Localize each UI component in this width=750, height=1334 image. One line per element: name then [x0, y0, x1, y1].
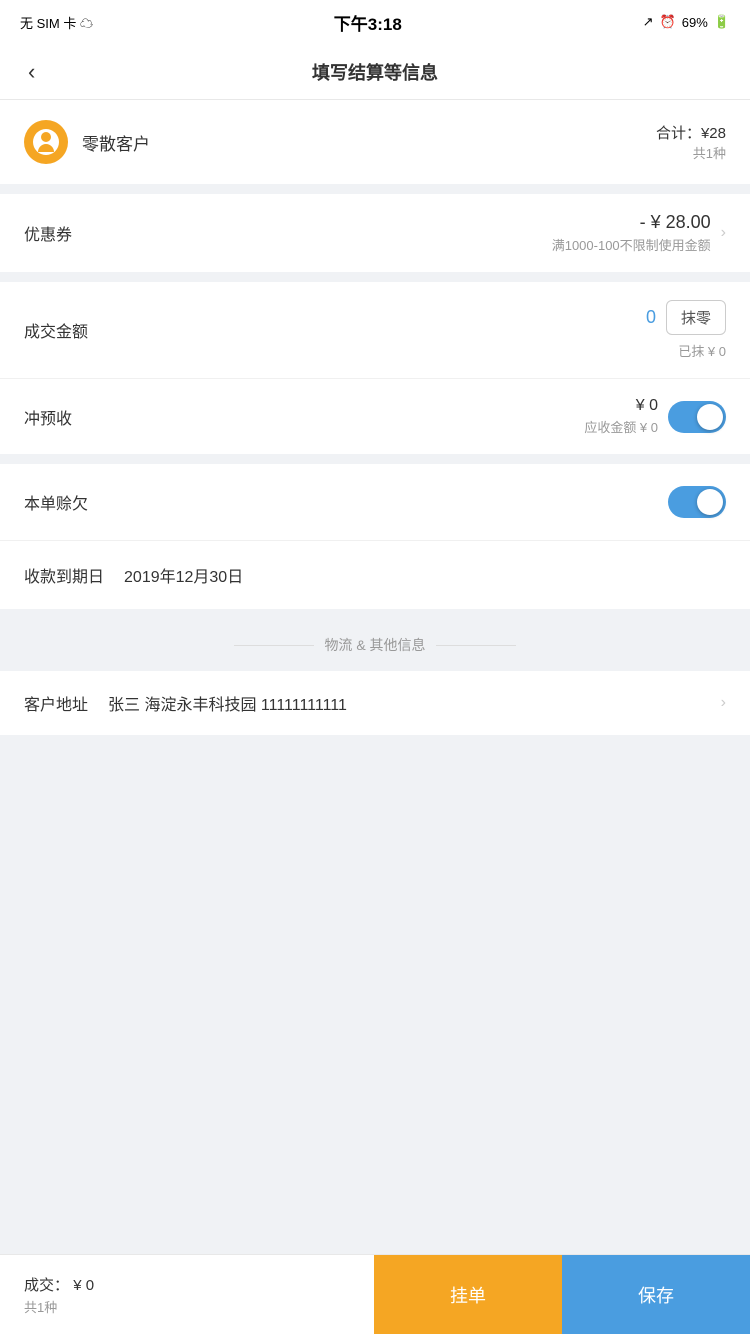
customer-row: 零散客户 合计：¥28 共1种: [0, 100, 750, 184]
debt-toggle-thumb: [697, 489, 723, 515]
deal-amount-label: 成交金额: [24, 318, 88, 342]
coupon-value: - ¥ 28.00: [552, 212, 711, 233]
address-value: 张三 海淀永丰科技园 11111111111: [108, 691, 701, 715]
prepay-label: 冲预收: [24, 405, 72, 429]
deal-amount-right: 抹零 已抹 ¥ 0: [576, 300, 726, 360]
bottom-deal-label: 成交：: [24, 1277, 69, 1294]
total-amount: 合计：¥28: [656, 122, 726, 143]
avatar-icon: [33, 129, 59, 155]
prepay-sub: 应收金额 ¥ 0: [584, 417, 658, 436]
customer-summary: 合计：¥28 共1种: [656, 122, 726, 162]
battery-level: 69%: [682, 15, 708, 30]
prepay-right: ¥ 0 应收金额 ¥ 0: [72, 397, 726, 436]
status-left: 无 SIM 卡 ☁: [20, 13, 93, 32]
nav-bar: ‹ 填写结算等信息: [0, 44, 750, 100]
customer-section: 零散客户 合计：¥28 共1种: [0, 100, 750, 184]
amount-section: 成交金额 抹零 已抹 ¥ 0 冲预收 ¥ 0 应收金额 ¥ 0: [0, 282, 750, 454]
address-row[interactable]: 客户地址 张三 海淀永丰科技园 11111111111 ›: [0, 671, 750, 735]
prepay-toggle-track: [668, 401, 726, 433]
prepay-toggle-thumb: [697, 404, 723, 430]
status-bar: 无 SIM 卡 ☁ 下午3:18 ↗ ⏰ 69% 🔋: [0, 0, 750, 44]
customer-left: 零散客户: [24, 120, 150, 164]
coupon-section: 优惠券 - ¥ 28.00 满1000-100不限制使用金额 ›: [0, 194, 750, 272]
amount-top: 抹零: [576, 300, 726, 335]
deal-amount-input[interactable]: [576, 307, 656, 328]
prepay-value-block: ¥ 0 应收金额 ¥ 0: [584, 397, 658, 436]
due-date-value: 2019年12月30日: [124, 563, 726, 587]
bottom-bar: 成交： ¥ 0 共1种 挂单 保存: [0, 1254, 750, 1334]
back-button[interactable]: ‹: [20, 51, 43, 93]
debt-label: 本单赊欠: [24, 490, 88, 514]
address-label: 客户地址: [24, 691, 88, 715]
address-chevron-icon: ›: [721, 694, 726, 712]
coupon-value-block: - ¥ 28.00 满1000-100不限制使用金额: [552, 212, 711, 254]
debt-toggle[interactable]: [668, 486, 726, 518]
main-content: 零散客户 合计：¥28 共1种 优惠券 - ¥ 28.00 满1000-100不…: [0, 100, 750, 845]
alarm-icon: ⏰: [660, 14, 676, 30]
coupon-sub: 满1000-100不限制使用金额: [552, 235, 711, 254]
coupon-chevron-icon: ›: [721, 224, 726, 242]
total-count: 共1种: [656, 143, 726, 162]
status-time: 下午3:18: [334, 10, 402, 35]
coupon-right: - ¥ 28.00 满1000-100不限制使用金额 ›: [72, 212, 726, 254]
battery-icon: 🔋: [714, 14, 730, 30]
coupon-row[interactable]: 优惠券 - ¥ 28.00 满1000-100不限制使用金额 ›: [0, 194, 750, 272]
coupon-label: 优惠券: [24, 221, 72, 245]
prepay-toggle[interactable]: [668, 401, 726, 433]
deal-amount-row: 成交金额 抹零 已抹 ¥ 0: [0, 282, 750, 379]
prepay-row: 冲预收 ¥ 0 应收金额 ¥ 0: [0, 379, 750, 454]
debt-toggle-track: [668, 486, 726, 518]
page-title: 填写结算等信息: [312, 59, 438, 85]
bottom-deal-value: ¥ 0: [73, 1277, 94, 1294]
due-date-row[interactable]: 收款到期日 2019年12月30日: [0, 540, 750, 609]
address-section: 客户地址 张三 海淀永丰科技园 11111111111 ›: [0, 671, 750, 735]
status-right: ↗ ⏰ 69% 🔋: [643, 14, 730, 30]
hang-order-button[interactable]: 挂单: [374, 1255, 562, 1334]
debt-section: 本单赊欠 收款到期日 2019年12月30日: [0, 464, 750, 609]
bottom-count: 共1种: [24, 1297, 350, 1316]
prepay-value: ¥ 0: [584, 397, 658, 415]
bottom-summary: 成交： ¥ 0 共1种: [0, 1274, 374, 1316]
logistics-header-text: 物流 & 其他信息: [324, 635, 425, 655]
debt-row: 本单赊欠: [0, 464, 750, 540]
save-button[interactable]: 保存: [562, 1255, 750, 1334]
deal-amount-sub: 已抹 ¥ 0: [678, 341, 726, 360]
round-zero-button[interactable]: 抹零: [666, 300, 726, 335]
due-date-label: 收款到期日: [24, 563, 104, 587]
bottom-deal-amount: 成交： ¥ 0: [24, 1274, 350, 1295]
avatar: [24, 120, 68, 164]
logistics-header: 物流 & 其他信息: [0, 619, 750, 671]
customer-name: 零散客户: [82, 130, 150, 155]
location-icon: ↗: [643, 14, 654, 30]
